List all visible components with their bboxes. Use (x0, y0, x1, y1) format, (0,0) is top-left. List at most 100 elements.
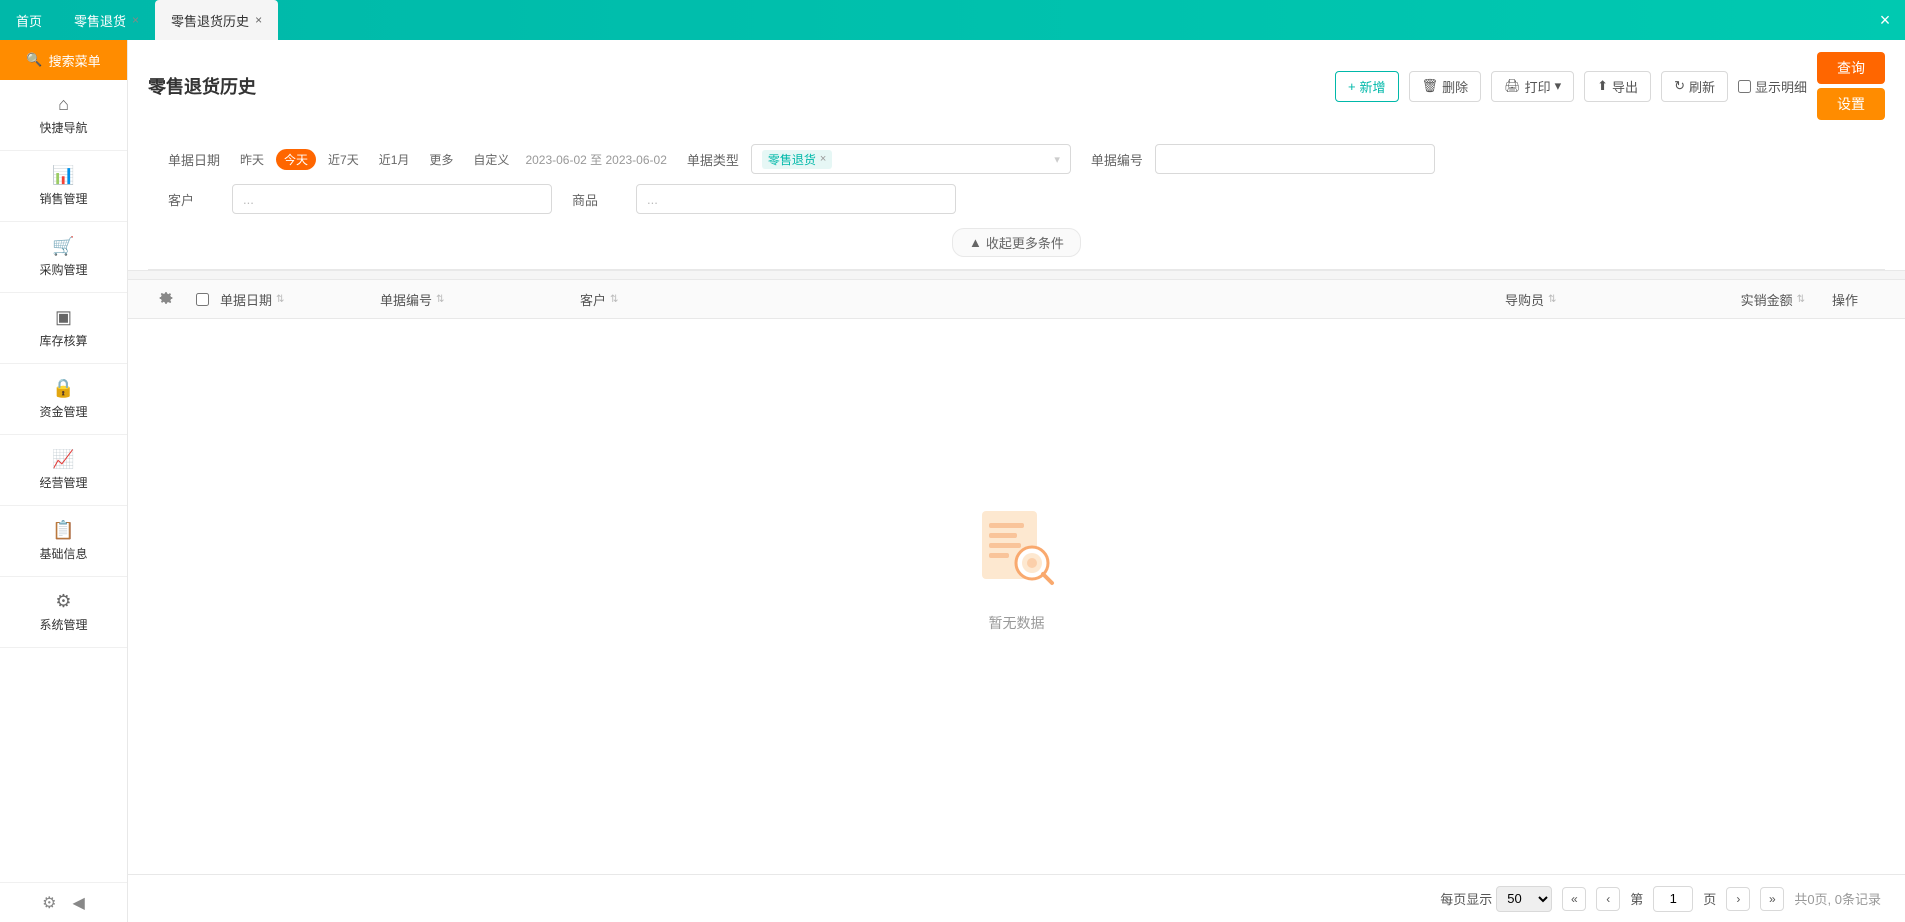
sidebar: 🔍 搜索菜单 ⌂ 快捷导航 📊 销售管理 🛒 采购管理 ▣ 库存核算 🔒 资金管… (0, 40, 128, 922)
sidebar-bottom: ⚙ ◀ (0, 882, 127, 922)
first-page-button[interactable]: « (1562, 887, 1586, 911)
print-button[interactable]: 🖨 打印 ▾ (1491, 71, 1574, 102)
sort-customer-icon: ⇅ (610, 294, 618, 305)
gear-icon: ⚙ (55, 591, 71, 612)
last-page-button[interactable]: » (1760, 887, 1784, 911)
lock-icon: 🔒 (52, 378, 74, 399)
th-amount[interactable]: 实销金额 ⇅ (1665, 290, 1805, 309)
sidebar-item-stock[interactable]: ▣ 库存核算 (0, 293, 127, 364)
delete-label: 删除 (1442, 77, 1468, 96)
filter-goods-label: 商品 (572, 190, 628, 209)
tab-return[interactable]: 零售退货 × (58, 0, 155, 40)
empty-text: 暂无数据 (989, 613, 1045, 633)
tab-return-history[interactable]: 零售退货历史 × (155, 0, 278, 40)
sidebar-item-purchase[interactable]: 🛒 采购管理 (0, 222, 127, 293)
th-settings[interactable] (148, 291, 184, 307)
query-button[interactable]: 查询 (1817, 52, 1885, 84)
page-total: 共0页, 0条记录 (1794, 889, 1881, 908)
page-title: 零售退货历史 (148, 73, 256, 99)
date-pill-more[interactable]: 更多 (421, 149, 461, 170)
date-pill-last1m[interactable]: 近1月 (371, 149, 418, 170)
collapse-sidebar-button[interactable]: ◀ (73, 893, 85, 913)
filter-type-tag-value: 零售退货 (768, 151, 816, 168)
page-size-dropdown[interactable]: 50 100 200 (1496, 886, 1552, 912)
settings-icon-button[interactable]: ⚙ (42, 893, 56, 913)
empty-illustration (967, 501, 1067, 601)
page-number-input[interactable] (1653, 886, 1693, 912)
header-actions: + 新增 🗑 删除 🖨 打印 ▾ ⬆ 导出 (1335, 52, 1885, 120)
refresh-button[interactable]: ↻ 刷新 (1661, 71, 1728, 102)
filter-number: 单据编号 (1091, 144, 1435, 174)
sort-no-icon: ⇅ (436, 294, 444, 305)
delete-icon: 🗑 (1422, 78, 1439, 94)
tab-return-history-close[interactable]: × (255, 13, 262, 27)
th-date[interactable]: 单据日期 ⇅ (220, 290, 380, 309)
filter-customer-label: 客户 (168, 190, 224, 209)
date-pill-yesterday[interactable]: 昨天 (232, 149, 272, 170)
th-no[interactable]: 单据编号 ⇅ (380, 290, 580, 309)
filter-number-input[interactable] (1155, 144, 1435, 174)
list-icon: 📋 (52, 520, 74, 541)
th-ops: 操作 (1805, 290, 1885, 309)
window-close-button[interactable]: × (1865, 0, 1905, 40)
export-button[interactable]: ⬆ 导出 (1584, 71, 1651, 102)
date-pill-custom[interactable]: 自定义 (465, 149, 517, 170)
filter-type-select[interactable]: 零售退货 × ▾ (751, 144, 1071, 174)
th-customer[interactable]: 客户 ⇅ (580, 290, 1505, 309)
sort-amount-icon: ⇅ (1797, 294, 1805, 305)
filter-row-2: 客户 ... 商品 ... (168, 184, 1865, 214)
date-pill-last7[interactable]: 近7天 (320, 149, 367, 170)
sidebar-item-quick-nav[interactable]: ⌂ 快捷导航 (0, 80, 127, 151)
table-settings-icon (158, 291, 174, 307)
sidebar-item-stock-label: 库存核算 (39, 332, 87, 349)
main-layout: 🔍 搜索菜单 ⌂ 快捷导航 📊 销售管理 🛒 采购管理 ▣ 库存核算 🔒 资金管… (0, 40, 1905, 922)
sidebar-item-system[interactable]: ⚙ 系统管理 (0, 577, 127, 648)
tab-return-close[interactable]: × (132, 13, 139, 27)
date-pills: 昨天 今天 近7天 近1月 更多 自定义 (232, 149, 517, 170)
query-label: 查询 (1837, 60, 1865, 76)
prev-page-button[interactable]: ‹ (1596, 887, 1620, 911)
sidebar-item-sales-label: 销售管理 (39, 190, 87, 207)
th-ops-label: 操作 (1832, 290, 1858, 309)
filter-goods-input[interactable]: ... (636, 184, 956, 214)
refresh-icon: ↻ (1674, 78, 1685, 94)
sidebar-item-basic-label: 基础信息 (39, 545, 87, 562)
show-detail-input[interactable] (1738, 80, 1751, 93)
add-button[interactable]: + 新增 (1335, 71, 1399, 102)
collapse-arrow-icon: ▲ (969, 235, 982, 250)
settings-button[interactable]: 设置 (1817, 88, 1885, 120)
tab-home[interactable]: 首页 (0, 0, 58, 40)
date-pill-today[interactable]: 今天 (276, 149, 316, 170)
sidebar-item-finance[interactable]: 🔒 资金管理 (0, 364, 127, 435)
th-guide[interactable]: 导购员 ⇅ (1505, 290, 1665, 309)
sidebar-item-sales[interactable]: 📊 销售管理 (0, 151, 127, 222)
th-guide-label: 导购员 (1505, 290, 1544, 309)
cart-icon: 🛒 (52, 236, 74, 257)
select-all-checkbox[interactable] (196, 293, 209, 306)
sidebar-item-basic[interactable]: 📋 基础信息 (0, 506, 127, 577)
sidebar-item-operation-label: 经营管理 (39, 474, 87, 491)
filter-date: 单据日期 昨天 今天 近7天 近1月 更多 自定义 2023-06-02 至 2… (168, 149, 667, 170)
empty-state: 暂无数据 (128, 319, 1905, 874)
select-arrow-icon: ▾ (1054, 153, 1060, 166)
sidebar-search-button[interactable]: 🔍 搜索菜单 (0, 40, 127, 80)
collapse-button[interactable]: ▲ 收起更多条件 (952, 228, 1081, 257)
tab-bar: 首页 零售退货 × 零售退货历史 × (0, 0, 1865, 40)
sidebar-item-quick-nav-label: 快捷导航 (39, 119, 87, 136)
page-unit: 页 (1703, 889, 1716, 908)
filter-customer: 客户 ... (168, 184, 552, 214)
tab-return-label: 零售退货 (74, 11, 126, 30)
first-page-icon: « (1571, 892, 1578, 906)
pagination: 每页显示 50 100 200 « ‹ 第 页 › (128, 874, 1905, 922)
delete-button[interactable]: 🗑 删除 (1409, 71, 1482, 102)
filter-customer-input[interactable]: ... (232, 184, 552, 214)
sidebar-item-operation[interactable]: 📈 经营管理 (0, 435, 127, 506)
next-page-button[interactable]: › (1726, 887, 1750, 911)
filter-row-1: 单据日期 昨天 今天 近7天 近1月 更多 自定义 2023-06-02 至 2… (168, 144, 1865, 174)
th-customer-label: 客户 (580, 290, 606, 309)
sidebar-search-label: 搜索菜单 (49, 51, 101, 70)
top-bar: 首页 零售退货 × 零售退货历史 × × (0, 0, 1905, 40)
th-checkbox[interactable] (184, 293, 220, 306)
show-detail-checkbox[interactable]: 显示明细 (1738, 77, 1807, 96)
filter-type-tag-close[interactable]: × (820, 153, 826, 165)
